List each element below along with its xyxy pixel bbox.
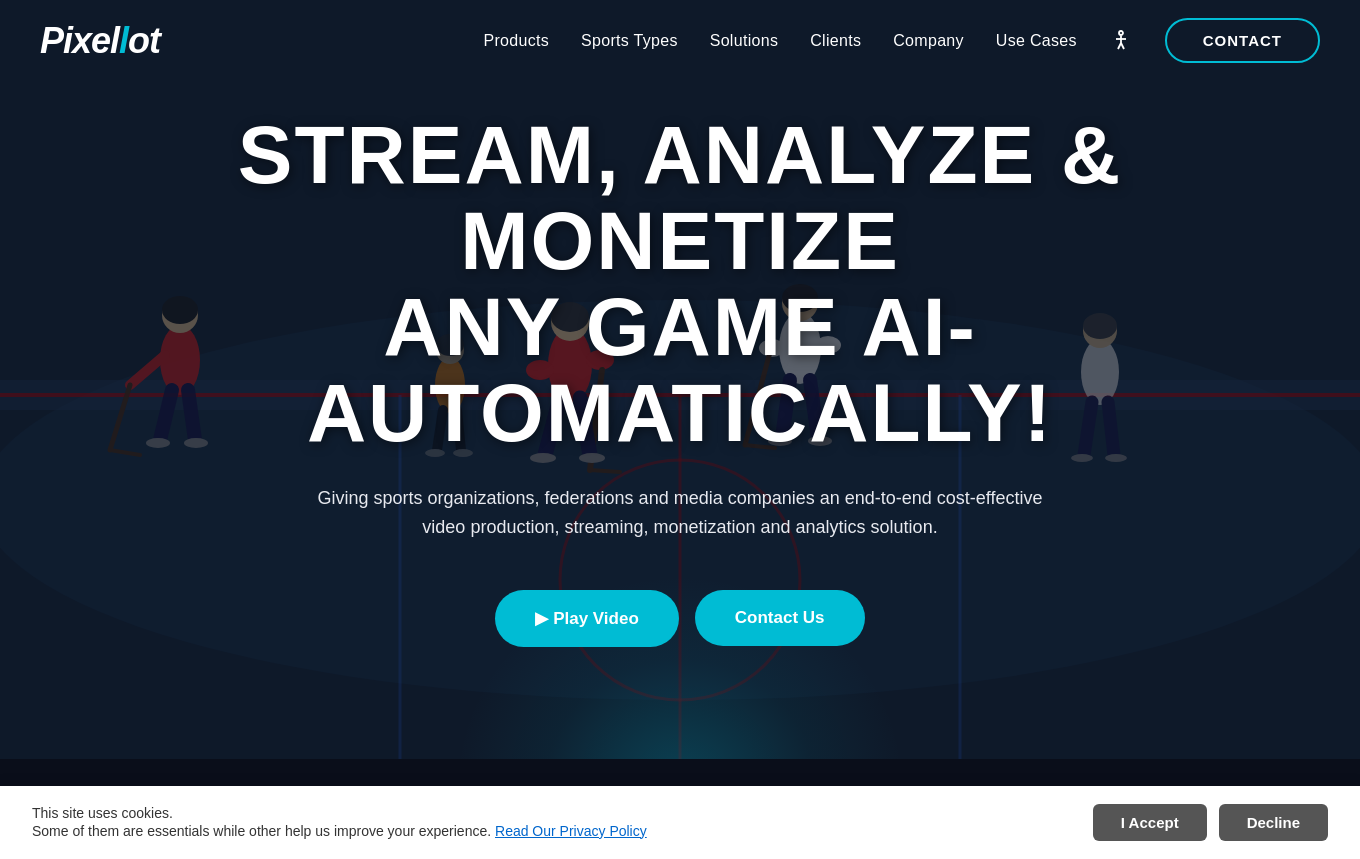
hero-title: STREAM, ANALYZE & MONETIZE ANY GAME AI-A… (150, 112, 1210, 456)
svg-point-0 (1119, 31, 1123, 35)
nav-products[interactable]: Products (483, 32, 549, 50)
site-header: Pixellot Products Sports Types Solutions… (0, 0, 1360, 81)
hero-title-line1: STREAM, ANALYZE & MONETIZE (238, 109, 1122, 286)
hero-section: STREAM, ANALYZE & MONETIZE ANY GAME AI-A… (0, 0, 1360, 759)
nav-use-cases[interactable]: Use Cases (996, 32, 1077, 50)
svg-line-4 (1121, 43, 1124, 49)
hero-subtitle: Giving sports organizations, federations… (300, 484, 1060, 542)
nav-company[interactable]: Company (893, 32, 964, 50)
main-nav: Products Sports Types Solutions Clients … (483, 18, 1320, 63)
hero-content: STREAM, ANALYZE & MONETIZE ANY GAME AI-A… (130, 112, 1230, 647)
nav-sports-types[interactable]: Sports Types (581, 32, 678, 50)
hero-title-line2: ANY GAME AI-AUTOMATICALLY! (307, 281, 1053, 458)
hero-buttons: ▶ Play Video Contact Us (150, 590, 1210, 647)
nav-solutions[interactable]: Solutions (710, 32, 779, 50)
logo[interactable]: Pixellot (40, 20, 160, 62)
nav-clients[interactable]: Clients (810, 32, 861, 50)
accessibility-icon[interactable] (1109, 29, 1133, 53)
contact-button[interactable]: CONTACT (1165, 18, 1320, 63)
logo-text: Pixellot (40, 20, 160, 62)
play-video-button[interactable]: ▶ Play Video (495, 590, 678, 647)
contact-us-button[interactable]: Contact Us (695, 590, 865, 646)
